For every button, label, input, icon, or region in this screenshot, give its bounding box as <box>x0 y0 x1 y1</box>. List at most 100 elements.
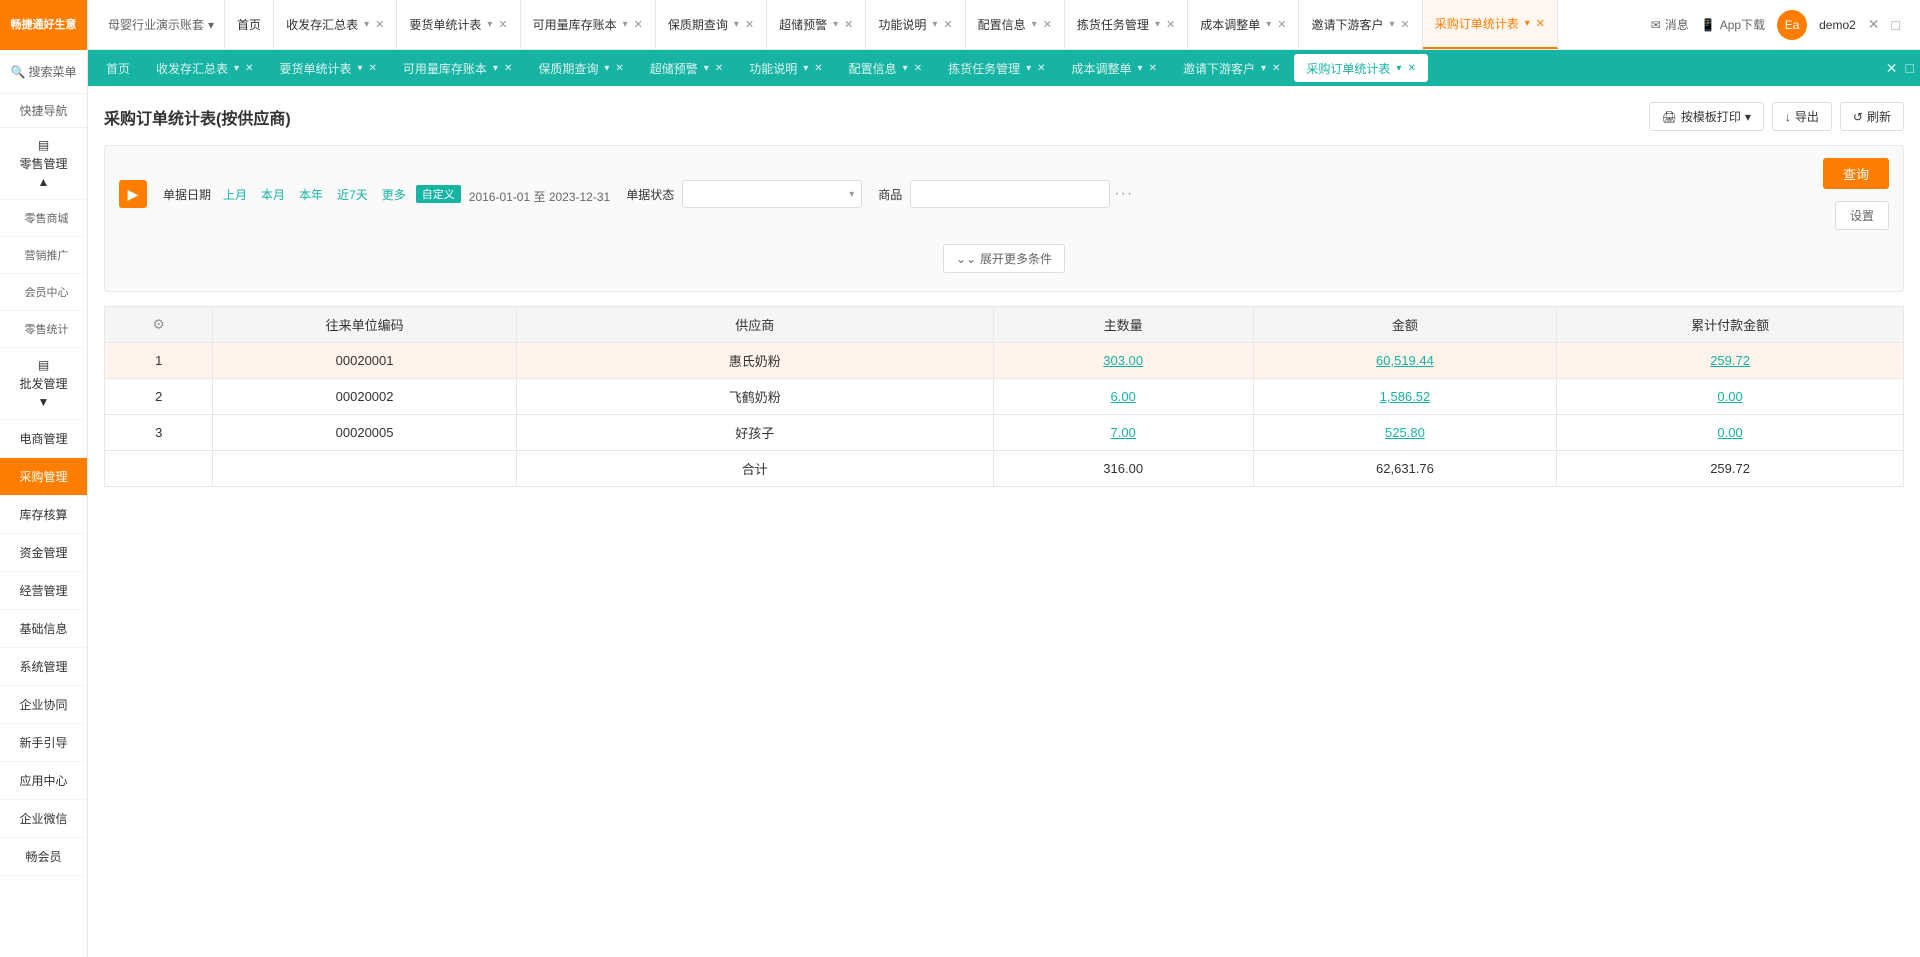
page-tab-close1[interactable]: ✕ <box>245 63 253 74</box>
sidebar-item-enterprise[interactable]: 企业协同 <box>0 686 87 724</box>
shortcut-this-year[interactable]: 本年 <box>295 184 327 205</box>
export-button[interactable]: ↓ 导出 <box>1772 102 1832 131</box>
sidebar-item-wholesale[interactable]: ▤ 批发管理 ▼ <box>0 348 87 420</box>
tab-receive-summary[interactable]: 收发存汇总表 ▾ ✕ <box>274 0 397 49</box>
window-close-button[interactable]: ✕ <box>1868 16 1880 33</box>
expand-more-button[interactable]: ⌄⌄ 展开更多条件 <box>943 244 1065 273</box>
shortcut-7days[interactable]: 近7天 <box>333 184 372 205</box>
page-tab-close2[interactable]: ✕ <box>369 63 377 74</box>
amount-link-1[interactable]: 60,519.44 <box>1376 353 1434 368</box>
tab-invite-downstream[interactable]: 邀请下游客户 ▾ ✕ <box>1299 0 1422 49</box>
tab-close-icon[interactable]: ✕ <box>375 18 384 31</box>
print-button[interactable]: 🖨 按模板打印 ▾ <box>1649 102 1764 131</box>
page-tab-close8[interactable]: ✕ <box>1037 63 1045 74</box>
page-tab-expiry[interactable]: 保质期查询 ▾ ✕ <box>526 54 635 82</box>
search-menu-button[interactable]: 🔍 搜索菜单 <box>6 58 81 85</box>
page-tab-receive-summary[interactable]: 收发存汇总表 ▾ ✕ <box>144 54 265 82</box>
sidebar-item-stock[interactable]: 库存核算 <box>0 496 87 534</box>
tab-cost-adjust[interactable]: 成本调整单 ▾ ✕ <box>1188 0 1299 49</box>
page-tab-requisition[interactable]: 要货单统计表 ▾ ✕ <box>267 54 388 82</box>
sidebar-item-newbie[interactable]: 新手引导 <box>0 724 87 762</box>
sidebar-item-basic[interactable]: 基础信息 <box>0 610 87 648</box>
page-tab-invite[interactable]: 邀请下游客户 ▾ ✕ <box>1171 54 1292 82</box>
page-tab-close9[interactable]: ✕ <box>1149 63 1157 74</box>
goods-input[interactable] <box>910 180 1110 208</box>
tab-available-stock[interactable]: 可用量库存账本 ▾ ✕ <box>521 0 656 49</box>
status-select[interactable] <box>682 180 862 208</box>
sidebar-item-ecommerce[interactable]: 电商管理 <box>0 420 87 458</box>
page-tab-function[interactable]: 功能说明 ▾ ✕ <box>737 54 834 82</box>
sidebar-item-retail[interactable]: ▤ 零售管理 ▲ <box>0 128 87 200</box>
page-tab-pick-task[interactable]: 拣货任务管理 ▾ ✕ <box>936 54 1057 82</box>
page-tab-close7[interactable]: ✕ <box>914 63 922 74</box>
page-tab-close3[interactable]: ✕ <box>504 63 512 74</box>
window-maximize-button[interactable]: □ <box>1892 17 1900 33</box>
page-tab-close6[interactable]: ✕ <box>814 63 822 74</box>
page-tab-config[interactable]: 配置信息 ▾ ✕ <box>837 54 934 82</box>
sidebar-item-retail-mall[interactable]: 零售商城 <box>0 200 87 237</box>
tab-config-info[interactable]: 配置信息 ▾ ✕ <box>966 0 1065 49</box>
tab-close-icon5[interactable]: ✕ <box>844 18 853 31</box>
quick-nav-button[interactable]: 快捷导航 <box>0 94 87 128</box>
shortcut-last-month[interactable]: 上月 <box>219 184 251 205</box>
sidebar-item-wechat[interactable]: 企业微信 <box>0 800 87 838</box>
tab-close-icon8[interactable]: ✕ <box>1166 18 1175 31</box>
qty-link-3[interactable]: 7.00 <box>1111 425 1136 440</box>
page-tab-purchase-stat[interactable]: 采购订单统计表 ▾ ✕ <box>1294 54 1427 82</box>
tab-close-icon11[interactable]: ✕ <box>1536 17 1545 30</box>
page-tab-available-stock[interactable]: 可用量库存账本 ▾ ✕ <box>391 54 524 82</box>
sidebar-item-finance[interactable]: 资金管理 <box>0 534 87 572</box>
sidebar-item-purchase[interactable]: 采购管理 <box>0 458 87 496</box>
sidebar-item-system[interactable]: 系统管理 <box>0 648 87 686</box>
tab-expiry-query[interactable]: 保质期查询 ▾ ✕ <box>656 0 767 49</box>
amount-link-2[interactable]: 1,586.52 <box>1380 389 1431 404</box>
sidebar-item-appcenter[interactable]: 应用中心 <box>0 762 87 800</box>
tab-close-icon10[interactable]: ✕ <box>1401 18 1410 31</box>
tab-overstock-warning[interactable]: 超储预警 ▾ ✕ <box>767 0 866 49</box>
tabs-close-action[interactable]: ✕ <box>1886 60 1898 77</box>
sidebar-item-vip[interactable]: 畅会员 <box>0 838 87 876</box>
filter-toggle-button[interactable]: ▶ <box>119 180 147 208</box>
setting-button[interactable]: 设置 <box>1835 201 1889 230</box>
tab-close-icon2[interactable]: ✕ <box>498 18 507 31</box>
qty-link-1[interactable]: 303.00 <box>1103 353 1143 368</box>
qty-link-2[interactable]: 6.00 <box>1111 389 1136 404</box>
tab-down-icon: ▾ <box>364 19 369 30</box>
tab-purchase-order-stat[interactable]: 采购订单统计表 ▾ ✕ <box>1423 0 1558 49</box>
shortcut-this-month[interactable]: 本月 <box>257 184 289 205</box>
page-tab-home[interactable]: 首页 <box>94 54 142 82</box>
page-tab-close4[interactable]: ✕ <box>615 63 623 74</box>
settings-icon[interactable]: ⚙ <box>152 316 165 332</box>
workspace-selector[interactable]: 母婴行业演示账套 ▾ <box>98 0 225 49</box>
tab-close-icon4[interactable]: ✕ <box>745 18 754 31</box>
query-button[interactable]: 查询 <box>1823 158 1889 189</box>
tab-close-icon9[interactable]: ✕ <box>1277 18 1286 31</box>
amount-link-3[interactable]: 525.80 <box>1385 425 1425 440</box>
tab-close-icon3[interactable]: ✕ <box>634 18 643 31</box>
user-avatar[interactable]: Ea <box>1777 10 1807 40</box>
sidebar-item-retail-stat[interactable]: 零售统计 <box>0 311 87 348</box>
tab-close-icon7[interactable]: ✕ <box>1043 18 1052 31</box>
page-tab-overstock[interactable]: 超储预警 ▾ ✕ <box>638 54 735 82</box>
tab-function-desc[interactable]: 功能说明 ▾ ✕ <box>866 0 965 49</box>
shortcut-more[interactable]: 更多 <box>378 184 410 205</box>
goods-dots-button[interactable]: ··· <box>1114 185 1133 203</box>
tab-pick-task[interactable]: 拣货任务管理 ▾ ✕ <box>1065 0 1188 49</box>
sidebar-item-marketing[interactable]: 营销推广 <box>0 237 87 274</box>
sidebar-item-member[interactable]: 会员中心 <box>0 274 87 311</box>
paid-link-3[interactable]: 0.00 <box>1717 425 1742 440</box>
refresh-button[interactable]: ↺ 刷新 <box>1840 102 1904 131</box>
page-tab-cost-adjust[interactable]: 成本调整单 ▾ ✕ <box>1060 54 1169 82</box>
tab-requisition-stat[interactable]: 要货单统计表 ▾ ✕ <box>397 0 520 49</box>
tabs-maximize-action[interactable]: □ <box>1906 60 1914 76</box>
paid-link-2[interactable]: 0.00 <box>1717 389 1742 404</box>
message-action[interactable]: ✉ 消息 <box>1651 16 1689 33</box>
app-download-action[interactable]: 📱 App下载 <box>1701 16 1765 33</box>
page-tab-close5[interactable]: ✕ <box>715 63 723 74</box>
page-tab-close10[interactable]: ✕ <box>1272 63 1280 74</box>
tab-close-icon6[interactable]: ✕ <box>943 18 952 31</box>
tab-home[interactable]: 首页 <box>225 0 274 49</box>
sidebar-item-operations[interactable]: 经营管理 <box>0 572 87 610</box>
page-tab-close11[interactable]: ✕ <box>1407 63 1415 74</box>
paid-link-1[interactable]: 259.72 <box>1710 353 1750 368</box>
